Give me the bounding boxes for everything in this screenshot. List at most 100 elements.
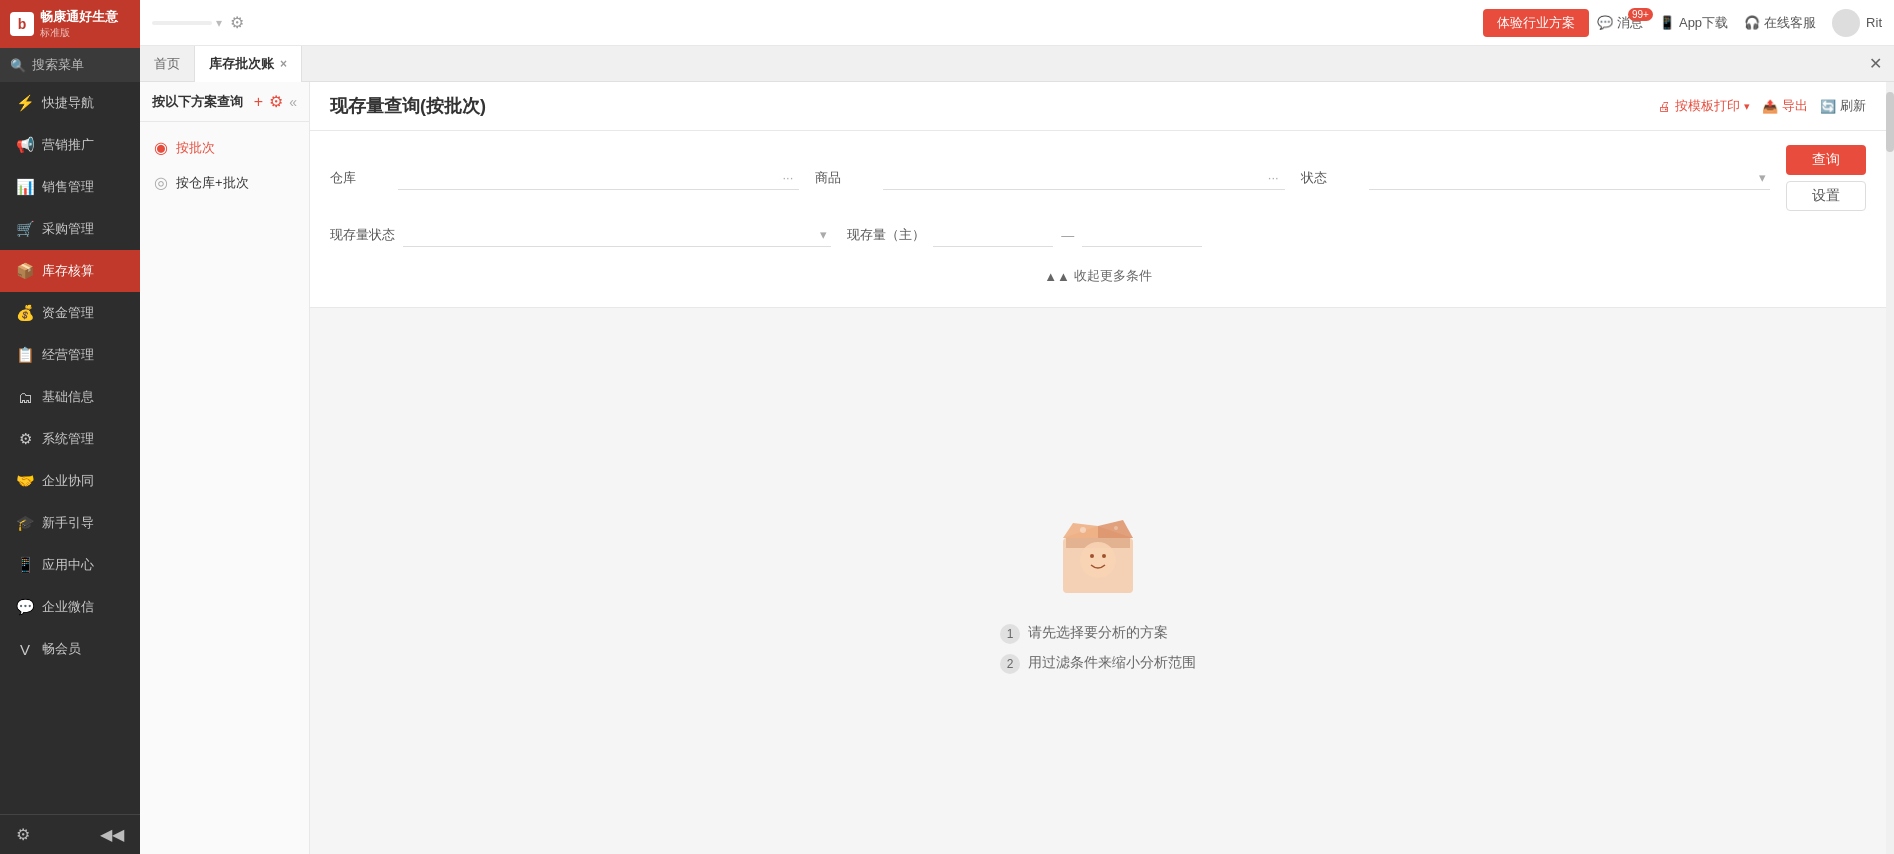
product-label: 商品 [815,169,875,187]
left-panel-header: 按以下方案查询 + ⚙ « [140,82,309,122]
add-scheme-button[interactable]: + [254,93,263,111]
sidebar-item-collab[interactable]: 🤝 企业协同 [0,460,140,502]
scheme-settings-button[interactable]: ⚙ [269,92,283,111]
sidebar-item-vip[interactable]: V 畅会员 [0,628,140,670]
sidebar-item-appcenter[interactable]: 📱 应用中心 [0,544,140,586]
settings-gear-icon[interactable]: ⚙ [230,13,244,32]
breadcrumb-arrow: ▾ [216,16,222,30]
sidebar: b 畅康通好生意 标准版 🔍 搜索菜单 ⚡ 快捷导航 📢 营销推广 📊 销售管理… [0,0,140,854]
vip-icon: V [16,640,34,658]
warehouse-label: 仓库 [330,169,390,187]
filter-row-2: 现存量状态 ▾ 现存量（主） — [330,223,1866,247]
online-service-action[interactable]: 🎧 在线客服 [1744,14,1816,32]
sidebar-header: b 畅康通好生意 标准版 [0,0,140,48]
settings-button[interactable]: ⚙ [16,825,30,844]
sidebar-item-marketing[interactable]: 📢 营销推广 [0,124,140,166]
sidebar-item-label: 应用中心 [42,556,94,574]
sidebar-item-label: 畅会员 [42,640,81,658]
sidebar-item-finance[interactable]: 💰 资金管理 [0,292,140,334]
inventory-status-select-wrap[interactable]: ▾ [403,223,831,247]
scheme-item-label: 按批次 [176,139,215,157]
sidebar-item-label: 新手引导 [42,514,94,532]
inventory-qty-from[interactable] [933,223,1053,247]
set-button[interactable]: 设置 [1786,181,1866,211]
sidebar-item-quicknav[interactable]: ⚡ 快捷导航 [0,82,140,124]
sidebar-item-system[interactable]: ⚙ 系统管理 [0,418,140,460]
print-dropdown-icon[interactable]: ▾ [1744,100,1750,113]
filter-buttons: 查询 设置 [1786,145,1866,211]
search-icon: 🔍 [10,58,26,73]
sidebar-item-sales[interactable]: 📊 销售管理 [0,166,140,208]
sidebar-collapse-button[interactable]: ◀◀ [100,825,124,844]
scrollbar-thumb[interactable] [1886,92,1894,152]
app-download-action[interactable]: 📱 App下载 [1659,14,1728,32]
refresh-action[interactable]: 🔄 刷新 [1820,97,1866,115]
panel-close-button[interactable]: ✕ [1857,54,1894,73]
tabbar: 首页 库存批次账 × ✕ [140,46,1894,82]
sidebar-item-label: 快捷导航 [42,94,94,112]
sidebar-item-label: 企业协同 [42,472,94,490]
sidebar-item-ops[interactable]: 📋 经营管理 [0,334,140,376]
message-action[interactable]: 💬 消息 99+ [1597,14,1643,32]
sales-icon: 📊 [16,178,34,196]
empty-state: 1 请先选择要分析的方案 2 用过滤条件来缩小分析范围 [310,308,1886,854]
avatar [1832,9,1860,37]
sidebar-item-newbie[interactable]: 🎓 新手引导 [0,502,140,544]
tab-close-icon[interactable]: × [280,57,287,71]
export-action[interactable]: 📤 导出 [1762,97,1808,115]
svg-point-4 [1102,554,1106,558]
appcenter-icon: 📱 [16,556,34,574]
right-scrollbar[interactable] [1886,82,1894,854]
product-input-wrap[interactable]: ··· [883,166,1284,190]
tab-inventory-batch[interactable]: 库存批次账 × [195,46,302,82]
collapse-up-icon: ▲▲ [1044,269,1070,284]
svg-point-5 [1080,527,1086,533]
sidebar-item-label: 企业微信 [42,598,94,616]
topbar-actions: 💬 消息 99+ 📱 App下载 🎧 在线客服 Rit [1597,9,1882,37]
query-button[interactable]: 查询 [1786,145,1866,175]
inventory-icon: 📦 [16,262,34,280]
scheme-list: ◉ 按批次 ◎ 按仓库+批次 [140,122,309,854]
breadcrumb: ▾ [152,16,222,30]
export-icon: 📤 [1762,99,1778,114]
collapse-filter-button[interactable]: ▲▲ 收起更多条件 [330,259,1866,293]
qty-dash: — [1061,228,1074,243]
sidebar-item-wechat[interactable]: 💬 企业微信 [0,586,140,628]
right-panel: 现存量查询(按批次) 🖨 按模板打印 ▾ 📤 导出 🔄 刷新 [310,82,1886,854]
filter-inventory-status: 现存量状态 ▾ [330,223,831,247]
status-select[interactable] [1369,166,1770,189]
collapse-panel-button[interactable]: « [289,94,297,110]
sidebar-item-purchase[interactable]: 🛒 采购管理 [0,208,140,250]
sidebar-nav: ⚡ 快捷导航 📢 营销推广 📊 销售管理 🛒 采购管理 📦 库存核算 💰 资金管… [0,82,140,814]
tab-home[interactable]: 首页 [140,46,195,82]
app-name: 畅康通好生意 [40,8,118,26]
phone-icon: 📱 [1659,15,1675,30]
sidebar-item-basic[interactable]: 🗂 基础信息 [0,376,140,418]
warehouse-dots[interactable]: ··· [782,170,793,185]
product-dots[interactable]: ··· [1268,170,1279,185]
inventory-qty-to[interactable] [1082,223,1202,247]
tip-1-text: 请先选择要分析的方案 [1028,624,1168,642]
filter-bar: 仓库 ··· 商品 ··· 状态 [310,131,1886,308]
sidebar-item-label: 库存核算 [42,262,94,280]
sidebar-item-label: 营销推广 [42,136,94,154]
left-panel-title: 按以下方案查询 [152,93,243,111]
status-select-wrap[interactable]: ▾ [1369,166,1770,190]
print-action[interactable]: 🖨 按模板打印 ▾ [1658,97,1750,115]
sidebar-item-inventory[interactable]: 📦 库存核算 [0,250,140,292]
export-label: 导出 [1782,97,1808,115]
message-icon: 💬 [1597,15,1613,30]
search-menu-item[interactable]: 🔍 搜索菜单 [0,48,140,82]
empty-svg [1038,488,1158,608]
inventory-qty-label: 现存量（主） [847,226,925,244]
empty-tip-1: 1 请先选择要分析的方案 [1000,624,1196,644]
filter-warehouse: 仓库 ··· [330,166,799,190]
search-menu-label: 搜索菜单 [32,56,84,74]
scheme-item-warehouse-batch[interactable]: ◎ 按仓库+批次 [140,165,309,200]
warehouse-input-wrap[interactable]: ··· [398,166,799,190]
scheme-item-batch[interactable]: ◉ 按批次 [140,130,309,165]
inventory-status-select[interactable] [403,223,831,246]
status-label: 状态 [1301,169,1361,187]
experience-btn[interactable]: 体验行业方案 [1483,9,1589,37]
user-profile[interactable]: Rit [1832,9,1882,37]
